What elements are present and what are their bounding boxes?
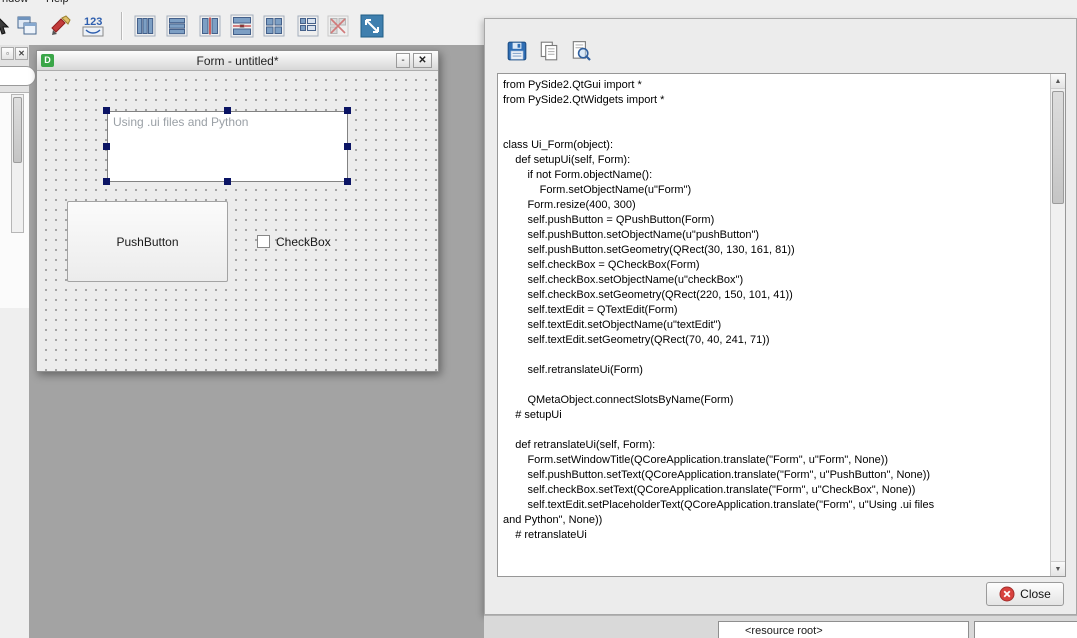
code-preview-dialog: from PySide2.QtGui import * from PySide2… xyxy=(484,18,1077,615)
minimize-button[interactable]: - xyxy=(396,53,410,68)
selection-handle-middle-left[interactable] xyxy=(103,143,110,150)
widget-filter-input[interactable] xyxy=(0,66,36,86)
selection-handle-top-right[interactable] xyxy=(344,107,351,114)
edit-signals-slots-icon[interactable] xyxy=(48,13,74,39)
checkbox-widget[interactable]: CheckBox xyxy=(257,221,358,262)
form-editor-window: D Form - untitled* - ✕ Using .ui files a… xyxy=(36,50,439,372)
qt-designer-window: ndow Help 123 ▫ ✕ xyxy=(0,0,1077,638)
menu-window[interactable]: ndow xyxy=(2,0,28,5)
close-window-button[interactable]: ✕ xyxy=(413,53,432,68)
form-canvas[interactable]: Using .ui files and Python PushButton Ch… xyxy=(37,71,438,371)
scrollbar-up-icon[interactable]: ▲ xyxy=(1051,74,1065,89)
textedit-placeholder: Using .ui files and Python xyxy=(108,112,347,132)
widget-box-scrollbar-thumb[interactable] xyxy=(13,97,22,163)
generated-code-view[interactable]: from PySide2.QtGui import * from PySide2… xyxy=(497,73,1066,577)
form-window-titlebar[interactable]: D Form - untitled* - ✕ xyxy=(37,51,438,71)
layout-vertical-icon[interactable] xyxy=(164,13,190,39)
selection-handle-middle-right[interactable] xyxy=(344,143,351,150)
textedit-widget[interactable]: Using .ui files and Python xyxy=(107,111,348,182)
close-button-label: Close xyxy=(1020,587,1051,601)
selection-handle-bottom-center[interactable] xyxy=(224,178,231,185)
edit-tab-order-icon[interactable]: 123 xyxy=(80,13,106,39)
layout-vertical-splitter-icon[interactable] xyxy=(229,13,255,39)
svg-text:123: 123 xyxy=(84,16,102,28)
close-button-icon xyxy=(999,586,1015,602)
widget-box-scrollbar[interactable] xyxy=(11,94,24,233)
form-window-title: Form - untitled* xyxy=(37,54,438,68)
save-icon[interactable] xyxy=(505,39,529,63)
layout-horizontal-icon[interactable] xyxy=(132,13,158,39)
checkbox-label: CheckBox xyxy=(276,235,331,249)
close-button[interactable]: Close xyxy=(986,582,1064,606)
selection-handle-top-left[interactable] xyxy=(103,107,110,114)
code-scrollbar[interactable]: ▲ ▼ xyxy=(1050,74,1065,576)
break-layout-icon[interactable] xyxy=(325,13,351,39)
resource-column-cell[interactable] xyxy=(974,621,1077,638)
dock-close-icon[interactable]: ✕ xyxy=(15,47,28,60)
adjust-size-icon[interactable] xyxy=(357,11,387,41)
copy-icon[interactable] xyxy=(537,39,561,63)
generated-python-code: from PySide2.QtGui import * from PySide2… xyxy=(498,74,1065,547)
layout-horizontal-splitter-icon[interactable] xyxy=(197,13,223,39)
checkbox-indicator[interactable] xyxy=(257,235,270,248)
raise-widgets-icon[interactable] xyxy=(14,13,40,39)
pushbutton-widget[interactable]: PushButton xyxy=(67,201,228,282)
layout-grid-icon[interactable] xyxy=(261,13,287,39)
toolbar-separator xyxy=(121,12,123,40)
code-scrollbar-thumb[interactable] xyxy=(1052,91,1064,204)
dock-float-icon[interactable]: ▫ xyxy=(1,47,14,60)
widget-box-panel xyxy=(0,92,29,308)
resource-root-item[interactable]: <resource root> xyxy=(718,621,969,638)
menu-help[interactable]: Help xyxy=(46,0,69,5)
selection-handle-bottom-left[interactable] xyxy=(103,178,110,185)
scrollbar-down-icon[interactable]: ▼ xyxy=(1051,561,1065,576)
selection-handle-bottom-right[interactable] xyxy=(344,178,351,185)
find-icon[interactable] xyxy=(569,39,593,63)
selection-handle-top-center[interactable] xyxy=(224,107,231,114)
resource-browser-dock: <resource root> xyxy=(484,615,1077,638)
layout-form-icon[interactable] xyxy=(295,13,321,39)
